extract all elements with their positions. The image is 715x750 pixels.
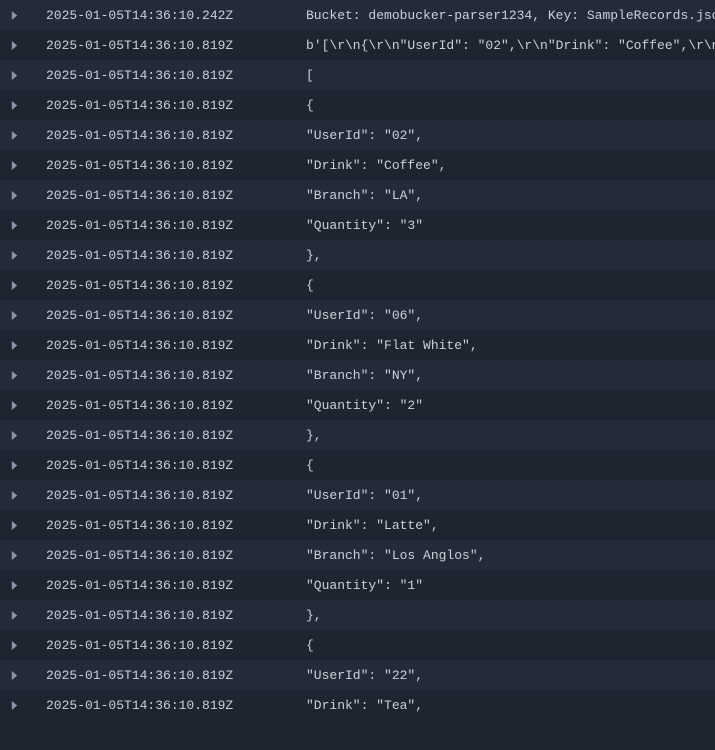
chevron-right-icon[interactable] <box>6 97 22 113</box>
chevron-right-icon[interactable] <box>6 157 22 173</box>
log-message: { <box>306 638 314 653</box>
log-row[interactable]: 2025-01-05T14:36:10.819Z"UserId": "01", <box>0 480 715 510</box>
chevron-right-icon[interactable] <box>6 427 22 443</box>
log-message: "Drink": "Flat White", <box>306 338 478 353</box>
log-timestamp: 2025-01-05T14:36:10.819Z <box>46 38 306 53</box>
chevron-right-icon[interactable] <box>6 607 22 623</box>
log-row[interactable]: 2025-01-05T14:36:10.819Z[ <box>0 60 715 90</box>
chevron-right-icon[interactable] <box>6 577 22 593</box>
log-timestamp: 2025-01-05T14:36:10.819Z <box>46 218 306 233</box>
log-row[interactable]: 2025-01-05T14:36:10.819Z"Branch": "NY", <box>0 360 715 390</box>
log-row[interactable]: 2025-01-05T14:36:10.819Z"Drink": "Coffee… <box>0 150 715 180</box>
log-message: "Branch": "Los Anglos", <box>306 548 485 563</box>
log-row[interactable]: 2025-01-05T14:36:10.819Z"Quantity": "3" <box>0 210 715 240</box>
log-message: b'[\r\n{\r\n"UserId": "02",\r\n"Drink": … <box>306 38 715 53</box>
log-timestamp: 2025-01-05T14:36:10.819Z <box>46 98 306 113</box>
log-row[interactable]: 2025-01-05T14:36:10.819Zb'[\r\n{\r\n"Use… <box>0 30 715 60</box>
log-row[interactable]: 2025-01-05T14:36:10.819Z"Drink": "Latte"… <box>0 510 715 540</box>
log-timestamp: 2025-01-05T14:36:10.819Z <box>46 308 306 323</box>
chevron-right-icon[interactable] <box>6 667 22 683</box>
log-message: "Branch": "NY", <box>306 368 423 383</box>
chevron-right-icon[interactable] <box>6 127 22 143</box>
log-timestamp: 2025-01-05T14:36:10.819Z <box>46 698 306 713</box>
log-timestamp: 2025-01-05T14:36:10.819Z <box>46 668 306 683</box>
log-message: "Quantity": "2" <box>306 398 423 413</box>
log-row[interactable]: 2025-01-05T14:36:10.819Z"Quantity": "2" <box>0 390 715 420</box>
log-row[interactable]: 2025-01-05T14:36:10.819Z}, <box>0 420 715 450</box>
chevron-right-icon[interactable] <box>6 517 22 533</box>
log-timestamp: 2025-01-05T14:36:10.819Z <box>46 158 306 173</box>
log-message: [ <box>306 68 314 83</box>
log-row[interactable]: 2025-01-05T14:36:10.819Z}, <box>0 240 715 270</box>
log-timestamp: 2025-01-05T14:36:10.819Z <box>46 368 306 383</box>
log-row[interactable]: 2025-01-05T14:36:10.819Z"Drink": "Tea", <box>0 690 715 720</box>
log-timestamp: 2025-01-05T14:36:10.819Z <box>46 488 306 503</box>
chevron-right-icon[interactable] <box>6 397 22 413</box>
log-timestamp: 2025-01-05T14:36:10.819Z <box>46 608 306 623</box>
chevron-right-icon[interactable] <box>6 697 22 713</box>
log-row[interactable]: 2025-01-05T14:36:10.819Z"UserId": "02", <box>0 120 715 150</box>
chevron-right-icon[interactable] <box>6 247 22 263</box>
log-message: "UserId": "02", <box>306 128 423 143</box>
log-message: { <box>306 98 314 113</box>
chevron-right-icon[interactable] <box>6 637 22 653</box>
log-timestamp: 2025-01-05T14:36:10.819Z <box>46 548 306 563</box>
log-message: { <box>306 458 314 473</box>
log-timestamp: 2025-01-05T14:36:10.819Z <box>46 278 306 293</box>
log-timestamp: 2025-01-05T14:36:10.819Z <box>46 398 306 413</box>
log-message: "UserId": "22", <box>306 668 423 683</box>
chevron-right-icon[interactable] <box>6 67 22 83</box>
log-row[interactable]: 2025-01-05T14:36:10.819Z"UserId": "06", <box>0 300 715 330</box>
log-message: "Drink": "Tea", <box>306 698 423 713</box>
log-row[interactable]: 2025-01-05T14:36:10.242ZBucket: demobuck… <box>0 0 715 30</box>
log-timestamp: 2025-01-05T14:36:10.819Z <box>46 338 306 353</box>
log-message: }, <box>306 428 322 443</box>
log-timestamp: 2025-01-05T14:36:10.819Z <box>46 188 306 203</box>
chevron-right-icon[interactable] <box>6 187 22 203</box>
chevron-right-icon[interactable] <box>6 487 22 503</box>
log-timestamp: 2025-01-05T14:36:10.819Z <box>46 128 306 143</box>
log-message: "Quantity": "3" <box>306 218 423 233</box>
log-row[interactable]: 2025-01-05T14:36:10.819Z"Quantity": "1" <box>0 570 715 600</box>
log-timestamp: 2025-01-05T14:36:10.819Z <box>46 248 306 263</box>
log-message: }, <box>306 248 322 263</box>
log-message: "Branch": "LA", <box>306 188 423 203</box>
log-row[interactable]: 2025-01-05T14:36:10.819Z"Branch": "LA", <box>0 180 715 210</box>
chevron-right-icon[interactable] <box>6 217 22 233</box>
log-row[interactable]: 2025-01-05T14:36:10.819Z{ <box>0 450 715 480</box>
log-row[interactable]: 2025-01-05T14:36:10.819Z"Branch": "Los A… <box>0 540 715 570</box>
log-message: "UserId": "01", <box>306 488 423 503</box>
log-message: Bucket: demobucker-parser1234, Key: Samp… <box>306 8 715 23</box>
log-row[interactable]: 2025-01-05T14:36:10.819Z}, <box>0 600 715 630</box>
chevron-right-icon[interactable] <box>6 547 22 563</box>
log-message: "Drink": "Coffee", <box>306 158 446 173</box>
log-row[interactable]: 2025-01-05T14:36:10.819Z{ <box>0 90 715 120</box>
log-container: 2025-01-05T14:36:10.242ZBucket: demobuck… <box>0 0 715 720</box>
log-row[interactable]: 2025-01-05T14:36:10.819Z{ <box>0 630 715 660</box>
chevron-right-icon[interactable] <box>6 307 22 323</box>
log-row[interactable]: 2025-01-05T14:36:10.819Z{ <box>0 270 715 300</box>
log-timestamp: 2025-01-05T14:36:10.819Z <box>46 518 306 533</box>
log-message: { <box>306 278 314 293</box>
log-timestamp: 2025-01-05T14:36:10.819Z <box>46 638 306 653</box>
chevron-right-icon[interactable] <box>6 457 22 473</box>
chevron-right-icon[interactable] <box>6 7 22 23</box>
log-message: }, <box>306 608 322 623</box>
chevron-right-icon[interactable] <box>6 37 22 53</box>
log-timestamp: 2025-01-05T14:36:10.819Z <box>46 68 306 83</box>
chevron-right-icon[interactable] <box>6 367 22 383</box>
log-timestamp: 2025-01-05T14:36:10.819Z <box>46 578 306 593</box>
log-timestamp: 2025-01-05T14:36:10.819Z <box>46 428 306 443</box>
log-message: "Drink": "Latte", <box>306 518 439 533</box>
log-timestamp: 2025-01-05T14:36:10.819Z <box>46 458 306 473</box>
chevron-right-icon[interactable] <box>6 277 22 293</box>
log-row[interactable]: 2025-01-05T14:36:10.819Z"Drink": "Flat W… <box>0 330 715 360</box>
log-message: "UserId": "06", <box>306 308 423 323</box>
chevron-right-icon[interactable] <box>6 337 22 353</box>
log-message: "Quantity": "1" <box>306 578 423 593</box>
log-row[interactable]: 2025-01-05T14:36:10.819Z"UserId": "22", <box>0 660 715 690</box>
log-timestamp: 2025-01-05T14:36:10.242Z <box>46 8 306 23</box>
